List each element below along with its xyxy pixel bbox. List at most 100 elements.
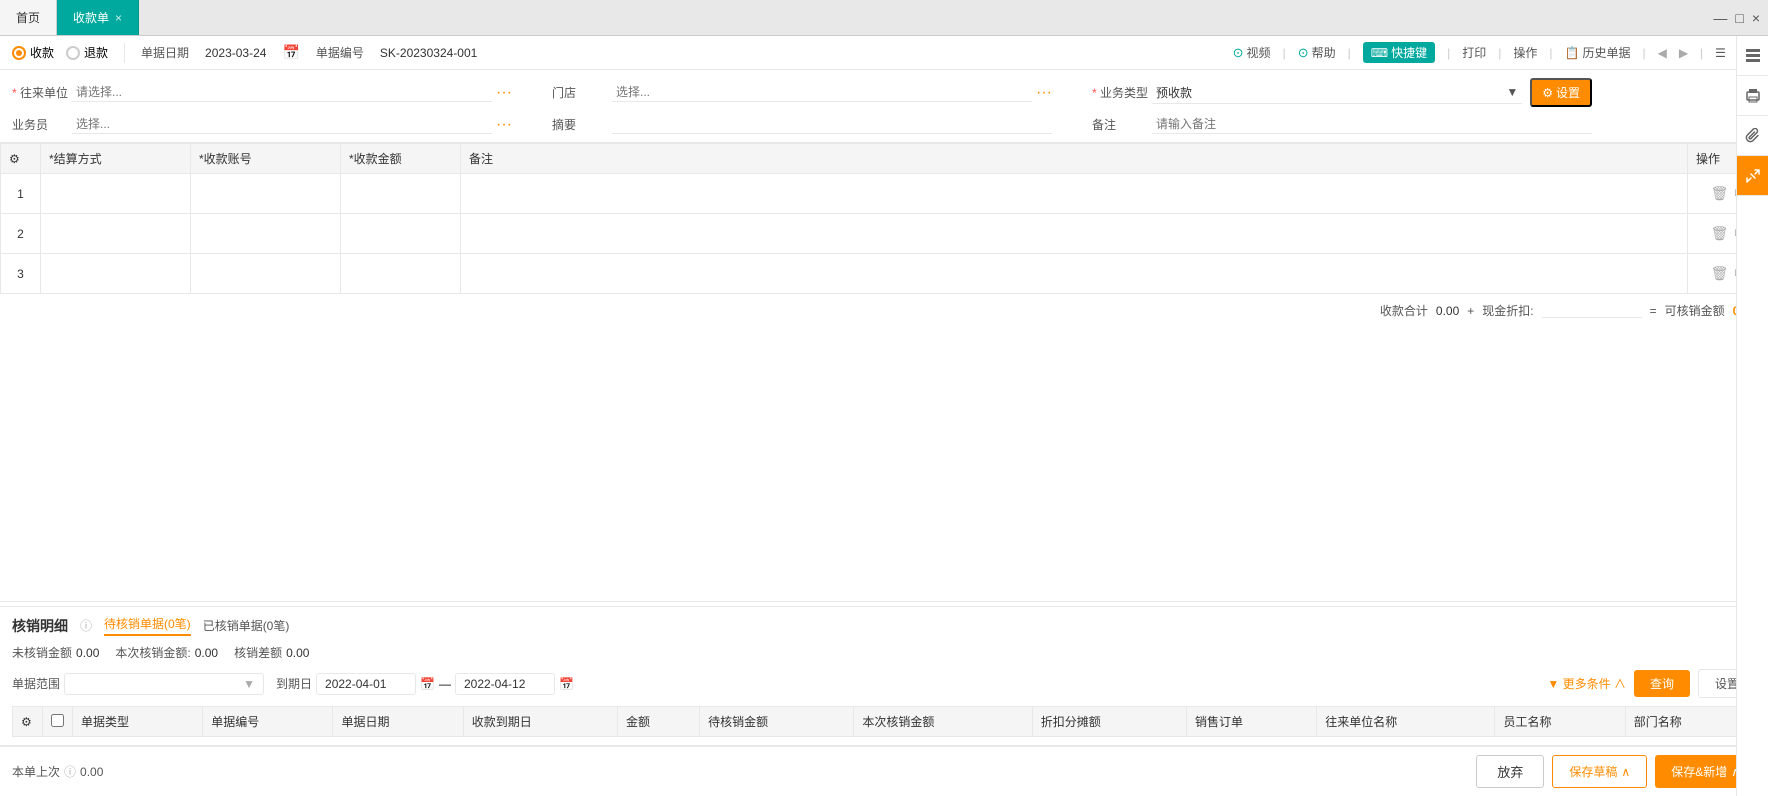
bottom-info-icon[interactable]: ⓘ (64, 763, 76, 780)
row-3-remark[interactable] (461, 254, 1688, 294)
shortcut-label: 快捷键 (1391, 44, 1427, 61)
nav-left-icon[interactable]: ◀ (1658, 46, 1667, 60)
th-gear-verify[interactable]: ⚙ (13, 707, 43, 737)
close-window-icon[interactable]: × (1752, 10, 1760, 26)
date-filter: 到期日 📅 — 📅 (276, 673, 574, 695)
row-2-amount[interactable] (341, 214, 461, 254)
th-partner-name: 往来单位名称 (1317, 707, 1495, 737)
equals-sign: = (1650, 304, 1657, 318)
date-from-input[interactable] (316, 673, 416, 695)
th-account: *收款账号 (191, 144, 341, 174)
nav-right-icon[interactable]: ▶ (1679, 46, 1688, 60)
calendar-icon[interactable]: 📅 (282, 44, 299, 61)
row-1-amount[interactable] (341, 174, 461, 214)
tab-home[interactable]: 首页 (0, 0, 57, 35)
date-value: 2023-03-24 (205, 46, 266, 60)
query-btn[interactable]: 查询 (1634, 670, 1690, 697)
shortcut-btn[interactable]: ⌨ 快捷键 (1363, 42, 1435, 63)
store-more-icon[interactable]: ··· (1036, 84, 1052, 102)
plus-sign: + (1467, 304, 1474, 318)
date-range: 📅 — 📅 (316, 673, 574, 695)
verify-title: 核销明细 (12, 616, 68, 636)
maximize-icon[interactable]: □ (1735, 10, 1743, 26)
more-conditions[interactable]: ▼ 更多条件 ∧ (1547, 675, 1626, 692)
verify-table: ⚙ 单据类型 单据编号 单据日期 收款到期日 金额 待核销金额 本次核销金额 折… (12, 706, 1756, 737)
history-icon: 📋 (1564, 46, 1579, 60)
tab-active[interactable]: 收款单 × (57, 0, 139, 35)
row-3-amount[interactable] (341, 254, 461, 294)
calendar-from-icon[interactable]: 📅 (420, 677, 435, 691)
form-row-1: * 往来单位 ··· 门店 ··· * 业务类型 预收款 ▼ (12, 78, 1756, 107)
this-time-label: 本次核销金额: (115, 644, 190, 661)
sidebar-print-icon[interactable] (1737, 76, 1768, 116)
radio-refund[interactable]: 退款 (66, 44, 108, 61)
help-btn[interactable]: ⊙ 帮助 (1298, 44, 1336, 61)
row-2-delete-icon[interactable]: 🗑 (1711, 225, 1729, 242)
row-2-settle[interactable] (41, 214, 191, 254)
biz-type-arrow: ▼ (1506, 85, 1518, 99)
th-gear[interactable]: ⚙ (1, 144, 41, 174)
number-value: SK-20230324-001 (380, 46, 477, 60)
pending-tab[interactable]: 待核销单据(0笔) (104, 615, 191, 636)
row-1-delete-icon[interactable]: 🗑 (1711, 185, 1729, 202)
row-1-account[interactable] (191, 174, 341, 214)
row-2-account[interactable] (191, 214, 341, 254)
abandon-btn[interactable]: 放弃 (1476, 755, 1544, 788)
radio-income-circle (12, 46, 26, 60)
data-table: ⚙ *结算方式 *收款账号 *收款金额 备注 操作 (0, 143, 1768, 294)
operation-btn[interactable]: 操作 (1513, 44, 1537, 61)
discount-input[interactable] (1542, 303, 1642, 318)
date-to-input[interactable] (455, 673, 555, 695)
check-all-checkbox[interactable] (51, 714, 64, 727)
tab-close-icon[interactable]: × (115, 11, 122, 25)
calendar-to-icon[interactable]: 📅 (559, 677, 574, 691)
verify-info-icon[interactable]: ⓘ (80, 617, 92, 634)
row-1-settle[interactable] (41, 174, 191, 214)
radio-income[interactable]: 收款 (12, 44, 54, 61)
row-1-num: 1 (1, 174, 41, 214)
row-1-remark[interactable] (461, 174, 1688, 214)
range-label: 单据范围 (12, 675, 60, 692)
done-tab[interactable]: 已核销单据(0笔) (203, 617, 290, 634)
row-3-delete-icon[interactable]: 🗑 (1711, 265, 1729, 282)
help-icon: ⊙ (1298, 45, 1309, 61)
verify-filter-row: 单据范围 ▼ 到期日 📅 — 📅 (12, 669, 1756, 698)
total-value: 0.00 (1436, 304, 1459, 318)
remark-field: 备注 (1092, 115, 1592, 134)
minimize-icon[interactable]: — (1713, 10, 1727, 26)
save-new-label: 保存&新增 (1671, 763, 1727, 780)
number-label: 单据编号 (316, 44, 364, 61)
staff-more-icon[interactable]: ··· (496, 116, 512, 134)
video-btn[interactable]: ⊙ 视频 (1233, 44, 1271, 61)
th-due-date: 收款到期日 (463, 707, 617, 737)
store-input[interactable] (612, 83, 1032, 102)
save-draft-btn[interactable]: 保存草稿 ∧ (1552, 755, 1647, 788)
discount-label: 现金折扣: (1482, 302, 1533, 319)
summary-input[interactable] (612, 115, 1052, 134)
total-label: 收款合计 (1380, 302, 1428, 319)
row-2-remark[interactable] (461, 214, 1688, 254)
partner-input[interactable] (72, 83, 492, 102)
range-arrow-icon: ▼ (243, 677, 255, 691)
store-label: 门店 (552, 84, 612, 101)
th-doc-num: 单据编号 (203, 707, 333, 737)
row-3-settle[interactable] (41, 254, 191, 294)
form-setting-btn[interactable]: ⚙ 设置 (1530, 78, 1592, 107)
biz-type-select[interactable]: 预收款 ▼ (1152, 82, 1522, 104)
sidebar-expand-icon[interactable] (1737, 156, 1768, 196)
sidebar-table-icon[interactable] (1737, 36, 1768, 76)
unverified-label: 未核销金额 (12, 644, 72, 661)
staff-input[interactable] (72, 115, 492, 134)
th-doc-type: 单据类型 (73, 707, 203, 737)
th-check[interactable] (43, 707, 73, 737)
row-3-account[interactable] (191, 254, 341, 294)
history-btn[interactable]: 📋 历史单据 (1564, 44, 1630, 61)
range-select[interactable]: ▼ (64, 673, 264, 695)
sidebar-attach-icon[interactable] (1737, 116, 1768, 156)
right-sidebar (1736, 36, 1768, 796)
radio-refund-label: 退款 (84, 44, 108, 61)
print-btn[interactable]: 打印 (1462, 44, 1486, 61)
list-icon[interactable]: ☰ (1715, 46, 1726, 60)
partner-more-icon[interactable]: ··· (496, 84, 512, 102)
remark-input[interactable] (1152, 115, 1592, 134)
